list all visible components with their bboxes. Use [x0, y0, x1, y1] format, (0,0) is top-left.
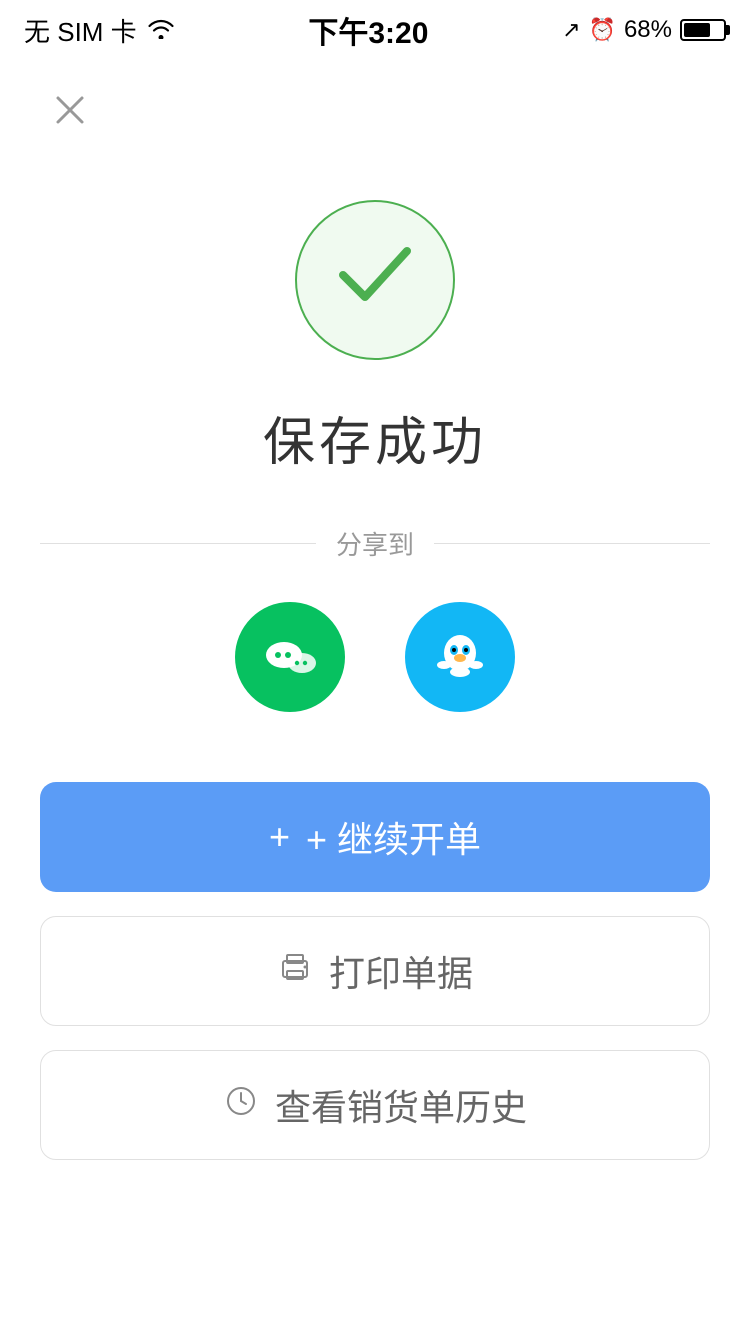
close-area [0, 60, 750, 160]
clock-icon [223, 1083, 259, 1128]
history-label: 查看销货单历史 [275, 1079, 527, 1131]
share-divider: 分享到 [40, 525, 710, 562]
action-buttons: + + 继续开单 打印单据 查看销货单历 [40, 782, 710, 1160]
divider-right [434, 543, 710, 544]
status-battery-area: ↗ ⏰ 68% [562, 16, 726, 44]
success-title: 保存成功 [263, 400, 487, 475]
print-button[interactable]: 打印单据 [40, 916, 710, 1026]
continue-button[interactable]: + + 继续开单 [40, 782, 710, 892]
divider-left [40, 543, 316, 544]
history-button[interactable]: 查看销货单历史 [40, 1050, 710, 1160]
close-button[interactable] [40, 80, 100, 140]
wifi-icon [147, 15, 175, 46]
continue-label: + 继续开单 [306, 811, 481, 863]
location-icon: ↗ [562, 17, 580, 43]
checkmark-icon [335, 239, 415, 322]
alarm-icon: ⏰ [589, 17, 616, 43]
share-qq-button[interactable] [405, 602, 515, 712]
battery-fill [684, 23, 710, 37]
main-content: 保存成功 分享到 [0, 160, 750, 1334]
battery-icon [680, 19, 726, 41]
share-wechat-button[interactable] [235, 602, 345, 712]
divider-text: 分享到 [336, 525, 414, 562]
status-bar: 无 SIM 卡 下午3:20 ↗ ⏰ 68% [0, 0, 750, 60]
status-carrier: 无 SIM 卡 [24, 12, 175, 49]
print-label: 打印单据 [329, 945, 473, 997]
plus-icon: + [269, 816, 290, 858]
status-time: 下午3:20 [308, 8, 428, 52]
battery-percent: 68% [624, 16, 672, 44]
success-circle [295, 200, 455, 360]
carrier-text: 无 SIM 卡 [24, 12, 137, 49]
share-icons-container [235, 602, 515, 712]
print-icon [277, 949, 313, 994]
